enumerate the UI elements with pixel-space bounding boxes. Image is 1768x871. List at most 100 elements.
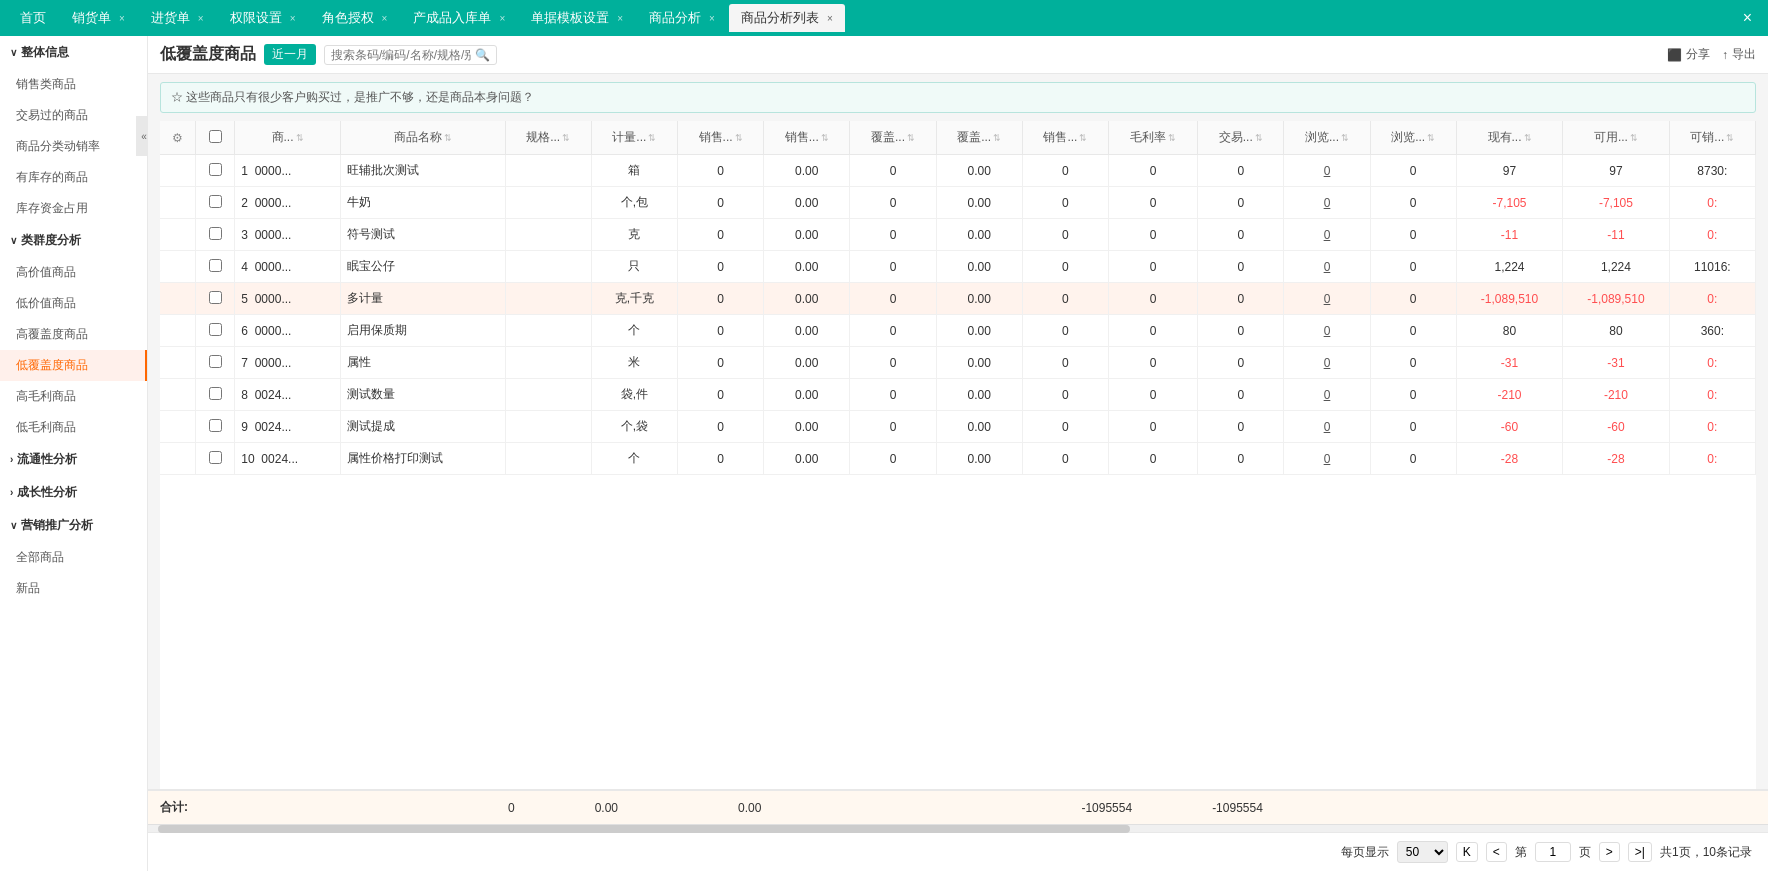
row-browse1[interactable]: 0: [1284, 411, 1370, 443]
row-browse1[interactable]: 0: [1284, 187, 1370, 219]
close-icon[interactable]: ×: [382, 13, 388, 24]
sidebar-item-high-value[interactable]: 高价值商品: [0, 257, 147, 288]
row-select-checkbox[interactable]: [209, 323, 222, 336]
sidebar-section-marketing[interactable]: ∨ 营销推广分析: [0, 509, 147, 542]
row-select-checkbox[interactable]: [209, 387, 222, 400]
nav-tab-sales[interactable]: 销货单 ×: [60, 4, 137, 32]
row-browse1[interactable]: 0: [1284, 315, 1370, 347]
search-input[interactable]: [331, 48, 471, 62]
row-browse2: 0: [1370, 315, 1456, 347]
nav-tab-purchase[interactable]: 进货单 ×: [139, 4, 216, 32]
row-checkbox[interactable]: [196, 443, 235, 475]
col-browse1[interactable]: 浏览...⇅: [1284, 121, 1370, 155]
col-browse2[interactable]: 浏览...⇅: [1370, 121, 1456, 155]
sidebar-item-traded-goods[interactable]: 交易过的商品: [0, 100, 147, 131]
col-coverage2[interactable]: 覆盖...⇅: [936, 121, 1022, 155]
col-trade[interactable]: 交易...⇅: [1198, 121, 1284, 155]
sidebar-item-category-rate[interactable]: 商品分类动销率: [0, 131, 147, 162]
row-browse1[interactable]: 0: [1284, 219, 1370, 251]
close-icon[interactable]: ×: [198, 13, 204, 24]
row-checkbox[interactable]: [196, 411, 235, 443]
col-unit[interactable]: 计量...⇅: [591, 121, 677, 155]
nav-tab-analysis[interactable]: 商品分析 ×: [637, 4, 727, 32]
nav-tab-products[interactable]: 产成品入库单 ×: [401, 4, 517, 32]
sidebar-item-low-value[interactable]: 低价值商品: [0, 288, 147, 319]
prev-page-button[interactable]: <: [1486, 842, 1507, 862]
row-select-checkbox[interactable]: [209, 419, 222, 432]
sidebar-section-growth[interactable]: › 成长性分析: [0, 476, 147, 509]
row-select-checkbox[interactable]: [209, 227, 222, 240]
last-page-button[interactable]: >|: [1628, 842, 1652, 862]
col-name[interactable]: 商品名称⇅: [340, 121, 505, 155]
sidebar-section-overview[interactable]: ∨ 整体信息: [0, 36, 147, 69]
sidebar-collapse-button[interactable]: «: [136, 116, 148, 156]
row-browse1[interactable]: 0: [1284, 251, 1370, 283]
row-checkbox[interactable]: [196, 283, 235, 315]
col-sellable[interactable]: 可销...⇅: [1669, 121, 1755, 155]
row-select-checkbox[interactable]: [209, 259, 222, 272]
col-sales-rate[interactable]: 销售...⇅: [1022, 121, 1108, 155]
share-button[interactable]: ⬛ 分享: [1667, 46, 1710, 63]
row-browse1[interactable]: 0: [1284, 347, 1370, 379]
row-browse1[interactable]: 0: [1284, 155, 1370, 187]
nav-tab-home[interactable]: 首页: [8, 4, 58, 32]
row-select-checkbox[interactable]: [209, 163, 222, 176]
row-checkbox[interactable]: [196, 379, 235, 411]
sidebar-item-all-goods[interactable]: 全部商品: [0, 542, 147, 573]
col-checkbox[interactable]: [196, 121, 235, 155]
page-size-select[interactable]: 20 50 100: [1397, 841, 1448, 863]
close-icon[interactable]: ×: [827, 13, 833, 24]
row-checkbox[interactable]: [196, 187, 235, 219]
col-coverage1[interactable]: 覆盖...⇅: [850, 121, 936, 155]
sidebar-item-low-coverage[interactable]: 低覆盖度商品: [0, 350, 147, 381]
sidebar-item-stock-capital[interactable]: 库存资金占用: [0, 193, 147, 224]
row-checkbox[interactable]: [196, 251, 235, 283]
sidebar-section-circulation[interactable]: › 流通性分析: [0, 443, 147, 476]
row-select-checkbox[interactable]: [209, 195, 222, 208]
nav-tab-roles[interactable]: 角色授权 ×: [310, 4, 400, 32]
row-browse1[interactable]: 0: [1284, 443, 1370, 475]
first-page-button[interactable]: K: [1456, 842, 1478, 862]
sidebar-item-sales-goods[interactable]: 销售类商品: [0, 69, 147, 100]
col-current-stock[interactable]: 现有...⇅: [1456, 121, 1562, 155]
row-checkbox[interactable]: [196, 155, 235, 187]
col-settings[interactable]: ⚙: [160, 121, 196, 155]
row-sellable: 0:: [1669, 187, 1755, 219]
row-select-checkbox[interactable]: [209, 451, 222, 464]
top-navigation: 首页 销货单 × 进货单 × 权限设置 × 角色授权 × 产成品入库单 × 单据…: [0, 0, 1768, 36]
row-select-checkbox[interactable]: [209, 355, 222, 368]
col-sales-qty[interactable]: 销售...⇅: [677, 121, 763, 155]
row-checkbox[interactable]: [196, 315, 235, 347]
row-browse1[interactable]: 0: [1284, 379, 1370, 411]
time-filter-button[interactable]: 近一月: [264, 44, 316, 65]
next-page-button[interactable]: >: [1599, 842, 1620, 862]
close-icon[interactable]: ×: [709, 13, 715, 24]
col-available[interactable]: 可用...⇅: [1563, 121, 1669, 155]
page-number-input[interactable]: [1535, 842, 1571, 862]
row-checkbox[interactable]: [196, 219, 235, 251]
close-icon[interactable]: ×: [119, 13, 125, 24]
sidebar-item-new-goods[interactable]: 新品: [0, 573, 147, 604]
col-gross-margin[interactable]: 毛利率⇅: [1108, 121, 1197, 155]
nav-tab-analysis-list[interactable]: 商品分析列表 ×: [729, 4, 845, 32]
close-all-tabs-button[interactable]: ×: [1735, 9, 1760, 27]
row-browse1[interactable]: 0: [1284, 283, 1370, 315]
nav-tab-permissions[interactable]: 权限设置 ×: [218, 4, 308, 32]
sidebar-item-high-coverage[interactable]: 高覆盖度商品: [0, 319, 147, 350]
nav-tab-templates[interactable]: 单据模板设置 ×: [519, 4, 635, 32]
row-select-checkbox[interactable]: [209, 291, 222, 304]
close-icon[interactable]: ×: [617, 13, 623, 24]
search-icon[interactable]: 🔍: [475, 48, 490, 62]
sidebar-item-stock-goods[interactable]: 有库存的商品: [0, 162, 147, 193]
row-checkbox[interactable]: [196, 347, 235, 379]
close-icon[interactable]: ×: [290, 13, 296, 24]
sidebar-section-cluster[interactable]: ∨ 类群度分析: [0, 224, 147, 257]
sidebar-item-high-margin[interactable]: 高毛利商品: [0, 381, 147, 412]
col-sales-amount[interactable]: 销售...⇅: [764, 121, 850, 155]
close-icon[interactable]: ×: [499, 13, 505, 24]
col-spec[interactable]: 规格...⇅: [505, 121, 591, 155]
col-code[interactable]: 商...⇅: [235, 121, 340, 155]
export-button[interactable]: ↑ 导出: [1722, 46, 1756, 63]
select-all-checkbox[interactable]: [209, 130, 222, 143]
sidebar-item-low-margin[interactable]: 低毛利商品: [0, 412, 147, 443]
